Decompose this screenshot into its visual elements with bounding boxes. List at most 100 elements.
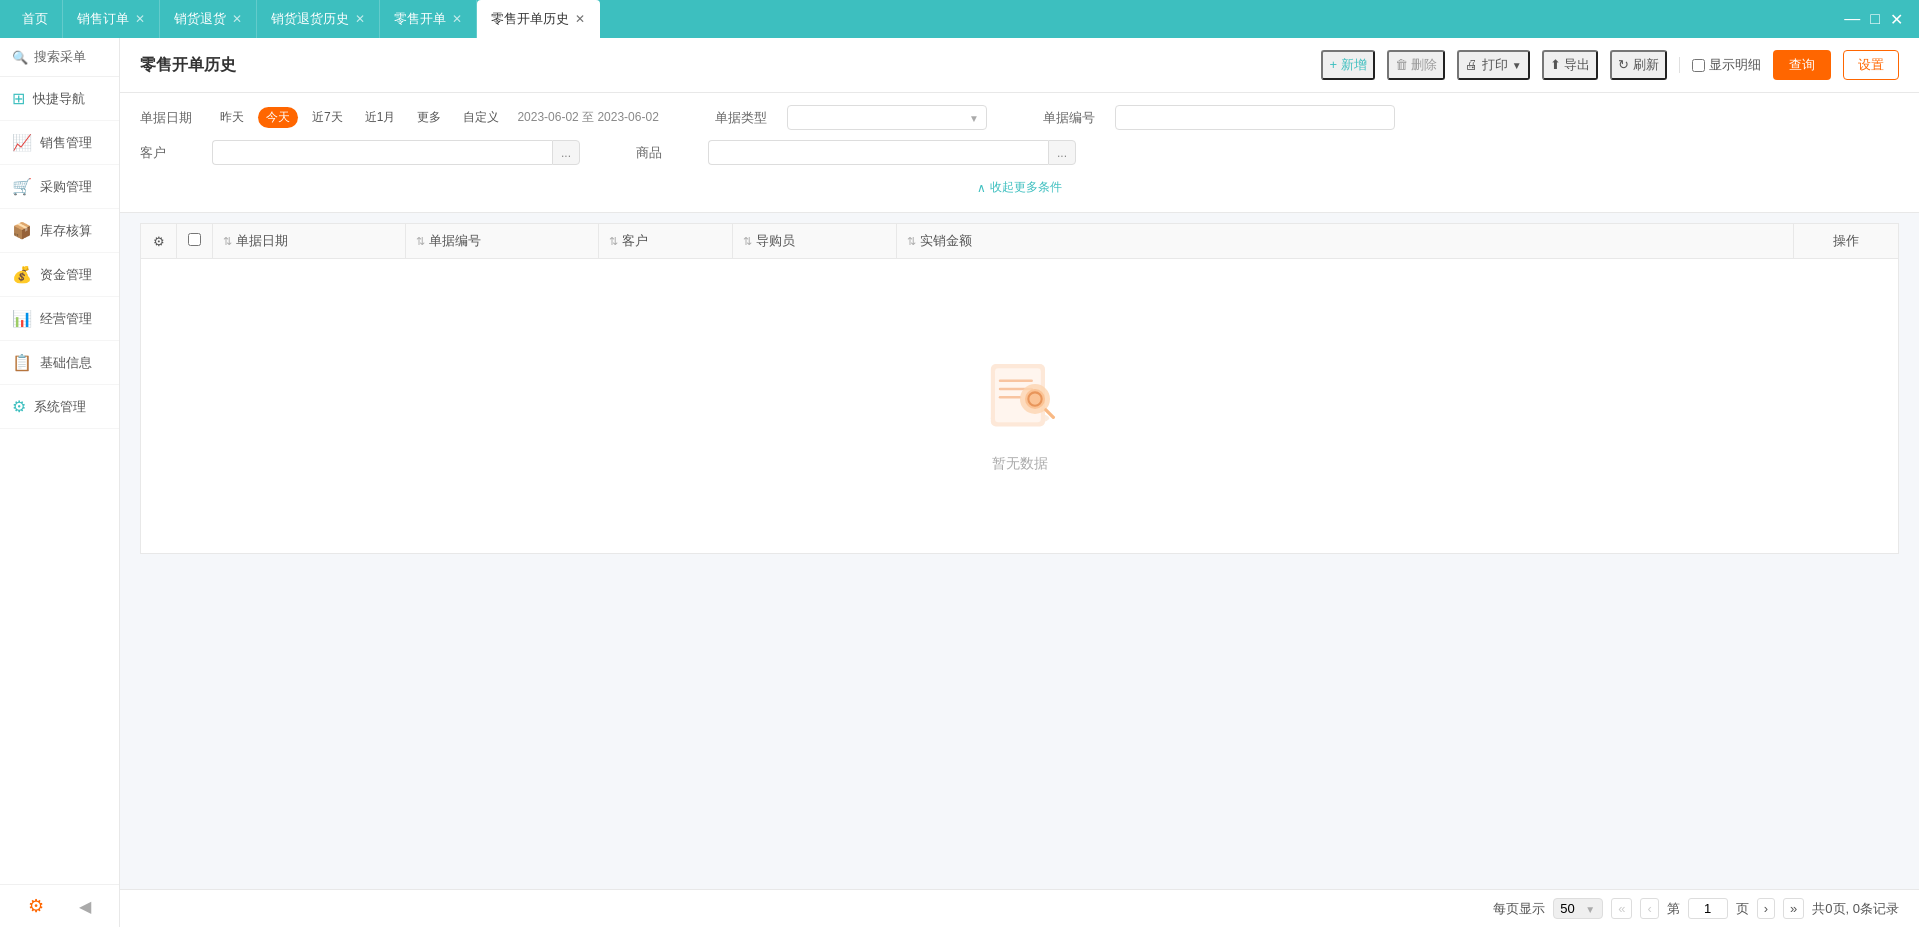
add-button[interactable]: + 新增 — [1321, 50, 1374, 80]
sort-icon[interactable]: ⇅ — [907, 235, 916, 248]
refresh-button[interactable]: ↻ 刷新 — [1610, 50, 1667, 80]
minimize-btn[interactable]: — — [1844, 10, 1860, 29]
window-controls: — □ ✕ — [1836, 10, 1911, 29]
query-button[interactable]: 查询 — [1773, 50, 1831, 80]
empty-illustration — [970, 339, 1070, 439]
col-amount: ⇅ 实销金额 — [896, 224, 1793, 259]
close-icon[interactable]: ✕ — [452, 12, 462, 26]
sidebar-item-quick-nav[interactable]: ⊞ 快捷导航 — [0, 77, 119, 121]
chevron-up-icon: ∧ — [977, 181, 986, 195]
collapse-sidebar-icon[interactable]: ◀ — [79, 897, 91, 916]
last-page-btn[interactable]: » — [1783, 898, 1804, 919]
collapse-bar[interactable]: ∧ 收起更多条件 — [140, 175, 1899, 200]
page-suffix: 页 — [1736, 900, 1749, 918]
empty-text: 暂无数据 — [992, 455, 1048, 473]
sidebar-item-system[interactable]: ⚙ 系统管理 — [0, 385, 119, 429]
goods-input[interactable] — [708, 140, 1048, 165]
divider — [1679, 57, 1680, 73]
tab-return[interactable]: 销货退货 ✕ — [160, 0, 257, 38]
bill-no-input[interactable] — [1115, 105, 1395, 130]
sidebar-item-management[interactable]: 📊 经营管理 — [0, 297, 119, 341]
sidebar-search[interactable]: 🔍 搜索采单 — [0, 38, 119, 77]
date-yesterday[interactable]: 昨天 — [212, 107, 252, 128]
col-check[interactable] — [177, 224, 213, 259]
cart-icon: 🛒 — [12, 177, 32, 196]
customer-ellipsis-btn[interactable]: ... — [552, 140, 580, 165]
tab-retail-history[interactable]: 零售开单历史 ✕ — [477, 0, 600, 38]
date-range-display: 2023-06-02 至 2023-06-02 — [517, 109, 658, 126]
tab-sales-order[interactable]: 销售订单 ✕ — [63, 0, 160, 38]
table-area: ⚙ ⇅ 单据日期 ⇅ — [120, 213, 1919, 889]
sidebar-item-finance[interactable]: 💰 资金管理 — [0, 253, 119, 297]
page-label: 第 — [1667, 900, 1680, 918]
goods-input-group: ... — [708, 140, 1076, 165]
chart-icon: 📈 — [12, 133, 32, 152]
toolbar: + 新增 🗑 删除 🖨 打印 ▼ ⬆ 导出 ↻ 刷新 显 — [1321, 50, 1899, 80]
bill-type-select-wrapper — [787, 105, 987, 130]
prev-page-btn[interactable]: ‹ — [1640, 898, 1658, 919]
goods-ellipsis-btn[interactable]: ... — [1048, 140, 1076, 165]
empty-row: 暂无数据 — [141, 259, 1899, 554]
gear-icon: ⚙ — [12, 397, 26, 416]
bill-type-select[interactable] — [787, 105, 987, 130]
table-header-row: ⚙ ⇅ 单据日期 ⇅ — [141, 224, 1899, 259]
filter-row-2: 客户 ... 商品 ... — [140, 140, 1899, 165]
customer-input[interactable] — [212, 140, 552, 165]
date-today[interactable]: 今天 — [258, 107, 298, 128]
print-button[interactable]: 🖨 打印 ▼ — [1457, 50, 1530, 80]
col-bill-no: ⇅ 单据编号 — [405, 224, 598, 259]
close-btn[interactable]: ✕ — [1890, 10, 1903, 29]
date-shortcuts: 昨天 今天 近7天 近1月 更多 自定义 2023-06-02 至 2023-0… — [212, 107, 659, 128]
show-detail-checkbox[interactable]: 显示明细 — [1692, 56, 1761, 74]
date-label: 单据日期 — [140, 109, 196, 127]
sidebar-item-basic-info[interactable]: 📋 基础信息 — [0, 341, 119, 385]
close-icon[interactable]: ✕ — [135, 12, 145, 26]
per-page-select[interactable]: 50 10 20 100 — [1553, 898, 1603, 919]
per-page-select-wrapper: 50 10 20 100 — [1553, 898, 1603, 919]
bill-no-label: 单据编号 — [1043, 109, 1099, 127]
sort-icon[interactable]: ⇅ — [223, 235, 232, 248]
next-page-btn[interactable]: › — [1757, 898, 1775, 919]
date-more[interactable]: 更多 — [409, 107, 449, 128]
col-settings[interactable]: ⚙ — [141, 224, 177, 259]
col-customer: ⇅ 客户 — [598, 224, 733, 259]
customer-input-group: ... — [212, 140, 580, 165]
date-7days[interactable]: 近7天 — [304, 107, 351, 128]
sidebar-item-purchase[interactable]: 🛒 采购管理 — [0, 165, 119, 209]
close-icon[interactable]: ✕ — [355, 12, 365, 26]
pagination: 每页显示 50 10 20 100 « ‹ 第 页 › » 共0页, 0条记录 — [120, 889, 1919, 927]
sort-icon[interactable]: ⇅ — [743, 235, 752, 248]
sidebar-item-sales[interactable]: 📈 销售管理 — [0, 121, 119, 165]
settings-button[interactable]: 设置 — [1843, 50, 1899, 80]
page-header: 零售开单历史 + 新增 🗑 删除 🖨 打印 ▼ ⬆ 导出 ↻ 刷新 — [120, 38, 1919, 93]
chevron-down-icon: ▼ — [1512, 60, 1522, 71]
tab-retail-order[interactable]: 零售开单 ✕ — [380, 0, 477, 38]
settings-icon[interactable]: ⚙ — [28, 895, 44, 917]
filter-area: 单据日期 昨天 今天 近7天 近1月 更多 自定义 2023-06-02 至 2… — [120, 93, 1919, 213]
first-page-btn[interactable]: « — [1611, 898, 1632, 919]
sort-icon[interactable]: ⇅ — [416, 235, 425, 248]
date-custom[interactable]: 自定义 — [455, 107, 507, 128]
delete-button[interactable]: 🗑 删除 — [1387, 50, 1446, 80]
content-area: 零售开单历史 + 新增 🗑 删除 🖨 打印 ▼ ⬆ 导出 ↻ 刷新 — [120, 38, 1919, 927]
clipboard-icon: 📋 — [12, 353, 32, 372]
tab-bar: 首页 销售订单 ✕ 销货退货 ✕ 销货退货历史 ✕ 零售开单 ✕ 零售开单历史 … — [0, 0, 1919, 38]
col-date: ⇅ 单据日期 — [213, 224, 406, 259]
sidebar-item-inventory[interactable]: 📦 库存核算 — [0, 209, 119, 253]
tab-return-history[interactable]: 销货退货历史 ✕ — [257, 0, 380, 38]
date-1month[interactable]: 近1月 — [357, 107, 404, 128]
select-all-checkbox[interactable] — [188, 233, 201, 246]
sidebar-bottom: ⚙ ◀ — [0, 884, 119, 927]
export-button[interactable]: ⬆ 导出 — [1542, 50, 1599, 80]
show-detail-input[interactable] — [1692, 59, 1705, 72]
close-icon[interactable]: ✕ — [232, 12, 242, 26]
bar-chart-icon: 📊 — [12, 309, 32, 328]
settings-gear[interactable]: ⚙ — [153, 234, 165, 249]
tab-home[interactable]: 首页 — [8, 0, 63, 38]
filter-row-1: 单据日期 昨天 今天 近7天 近1月 更多 自定义 2023-06-02 至 2… — [140, 105, 1899, 130]
money-icon: 💰 — [12, 265, 32, 284]
page-input[interactable] — [1688, 898, 1728, 919]
maximize-btn[interactable]: □ — [1870, 10, 1880, 29]
close-icon[interactable]: ✕ — [575, 12, 585, 26]
sort-icon[interactable]: ⇅ — [609, 235, 618, 248]
